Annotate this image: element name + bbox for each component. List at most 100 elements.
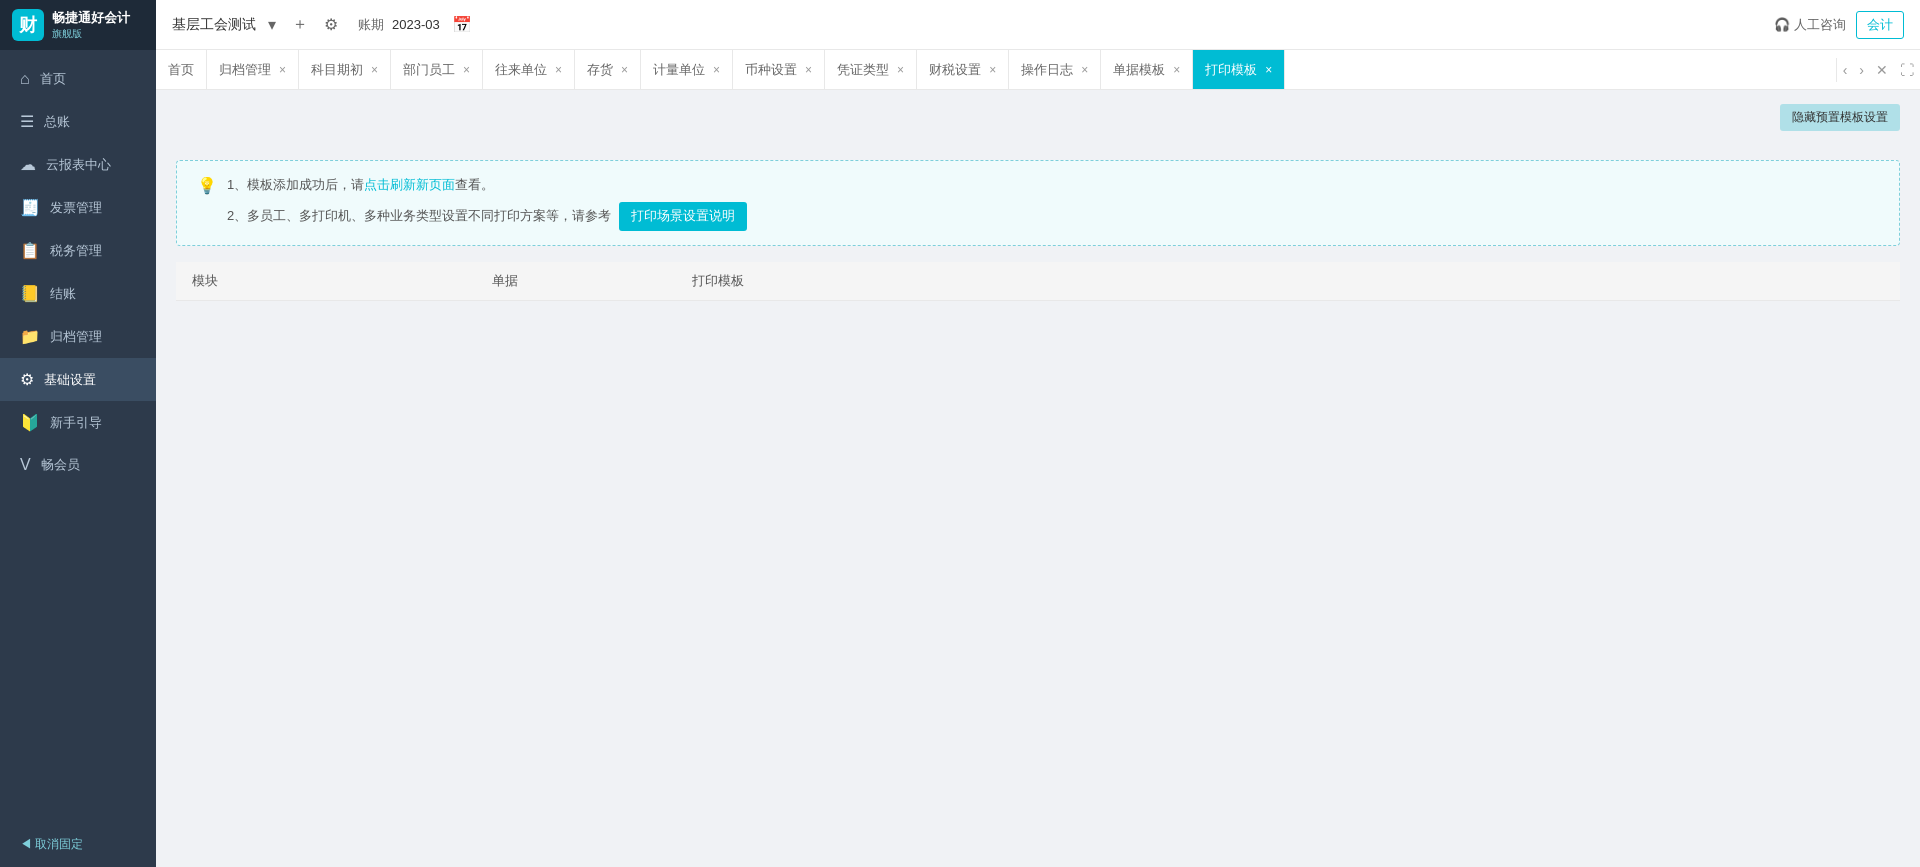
tab-部门员工[interactable]: 部门员工 × bbox=[391, 50, 483, 90]
tab-归档管理[interactable]: 归档管理 × bbox=[207, 50, 299, 90]
logo-text: 畅捷通好会计 旗舰版 bbox=[52, 9, 130, 41]
sidebar-footer[interactable]: ◀ 取消固定 bbox=[0, 822, 156, 867]
sidebar-item-archive[interactable]: 📁 归档管理 bbox=[0, 315, 156, 358]
headset-icon: 🎧 bbox=[1774, 17, 1790, 32]
tab-label: 打印模板 bbox=[1205, 61, 1257, 79]
tab-close-icon[interactable]: × bbox=[1265, 64, 1272, 76]
bulb-icon: 💡 bbox=[197, 176, 217, 195]
reports-icon: ☁ bbox=[20, 155, 36, 174]
ledger-icon: ☰ bbox=[20, 112, 34, 131]
tab-科目期初[interactable]: 科目期初 × bbox=[299, 50, 391, 90]
sidebar-item-label: 畅会员 bbox=[41, 456, 80, 474]
sidebar-item-label: 基础设置 bbox=[44, 371, 96, 389]
sidebar-item-label: 首页 bbox=[40, 70, 66, 88]
tab-计量单位[interactable]: 计量单位 × bbox=[641, 50, 733, 90]
sidebar-item-member[interactable]: V 畅会员 bbox=[0, 444, 156, 486]
tab-label: 存货 bbox=[587, 61, 613, 79]
info-prefix-1: 1、模板添加成功后，请 bbox=[227, 177, 364, 192]
table-header: 模块 单据 打印模板 bbox=[176, 262, 1900, 301]
tab-close-all[interactable]: ✕ bbox=[1870, 58, 1894, 82]
tab-打印模板[interactable]: 打印模板 × bbox=[1193, 50, 1285, 90]
dropdown-icon[interactable]: ▾ bbox=[264, 11, 280, 38]
tax-icon: 📋 bbox=[20, 241, 40, 260]
sidebar-item-reports[interactable]: ☁ 云报表中心 bbox=[0, 143, 156, 186]
sidebar-item-tax[interactable]: 📋 税务管理 bbox=[0, 229, 156, 272]
sidebar-menu: ⌂ 首页 ☰总账 ☁ 云报表中心 🧾 发票管理 📋 税务管理 📒结账 📁 归档管理 ⚙基础设置🔰新手引导… bbox=[0, 50, 156, 822]
tab-maximize[interactable]: ⛶ bbox=[1894, 58, 1920, 82]
col-receipt: 单据 bbox=[476, 262, 676, 300]
sidebar-item-label: 云报表中心 bbox=[46, 156, 111, 174]
refresh-link[interactable]: 点击刷新新页面 bbox=[364, 177, 455, 192]
tab-label: 部门员工 bbox=[403, 61, 455, 79]
settings-icon[interactable]: ⚙ bbox=[320, 11, 342, 38]
tab-存货[interactable]: 存货 × bbox=[575, 50, 641, 90]
tab-财税设置[interactable]: 财税设置 × bbox=[917, 50, 1009, 90]
service-button[interactable]: 🎧 人工咨询 bbox=[1774, 16, 1846, 34]
info-suffix-1: 查看。 bbox=[455, 177, 494, 192]
sidebar-logo: 财 畅捷通好会计 旗舰版 bbox=[0, 0, 156, 50]
member-icon: V bbox=[20, 456, 31, 474]
tab-首页[interactable]: 首页 bbox=[156, 50, 207, 90]
account-button[interactable]: 会计 bbox=[1856, 11, 1904, 39]
tab-close-icon[interactable]: × bbox=[1081, 64, 1088, 76]
logo-main: 畅捷通好会计 bbox=[52, 9, 130, 27]
tab-label: 计量单位 bbox=[653, 61, 705, 79]
sidebar-item-label: 发票管理 bbox=[50, 199, 102, 217]
info-row-1: 💡 1、模板添加成功后，请点击刷新新页面查看。 bbox=[197, 175, 1879, 196]
closing-icon: 📒 bbox=[20, 284, 40, 303]
archive-icon: 📁 bbox=[20, 327, 40, 346]
tab-close-icon[interactable]: × bbox=[897, 64, 904, 76]
add-tab-icon[interactable]: ＋ bbox=[288, 10, 312, 39]
col-module: 模块 bbox=[176, 262, 476, 300]
tab-label: 财税设置 bbox=[929, 61, 981, 79]
tab-close-icon[interactable]: × bbox=[1173, 64, 1180, 76]
topbar-left: 基层工会测试 ▾ ＋ ⚙ 账期 2023-03 📅 bbox=[172, 10, 476, 39]
print-scene-button[interactable]: 打印场景设置说明 bbox=[619, 202, 747, 231]
tab-label: 往来单位 bbox=[495, 61, 547, 79]
tab-凭证类型[interactable]: 凭证类型 × bbox=[825, 50, 917, 90]
table-area: 模块 单据 打印模板 bbox=[176, 262, 1900, 301]
tab-close-icon[interactable]: × bbox=[555, 64, 562, 76]
info-row-2: 💡 2、多员工、多打印机、多种业务类型设置不同打印方案等，请参考 打印场景设置说… bbox=[197, 202, 1879, 231]
content-inner: 隐藏预置模板设置 💡 1、模板添加成功后，请点击刷新新页面查看。 💡 2、多员工… bbox=[156, 90, 1920, 321]
tab-close-icon[interactable]: × bbox=[463, 64, 470, 76]
sidebar-item-settings[interactable]: ⚙基础设置 bbox=[0, 358, 156, 401]
calendar-icon[interactable]: 📅 bbox=[448, 11, 476, 38]
sidebar-item-closing[interactable]: 📒结账 bbox=[0, 272, 156, 315]
tab-close-icon[interactable]: × bbox=[713, 64, 720, 76]
tab-label: 归档管理 bbox=[219, 61, 271, 79]
hide-template-button[interactable]: 隐藏预置模板设置 bbox=[1780, 104, 1900, 131]
service-label: 人工咨询 bbox=[1794, 16, 1846, 34]
sidebar: 财 畅捷通好会计 旗舰版 ⌂ 首页 ☰总账 ☁ 云报表中心 🧾 发票管理 📋 税务管理 📒结账 📁 归… bbox=[0, 0, 156, 867]
logo-icon: 财 bbox=[12, 9, 44, 41]
tab-close-icon[interactable]: × bbox=[621, 64, 628, 76]
tab-close-icon[interactable]: × bbox=[805, 64, 812, 76]
tab-scroll-right[interactable]: › bbox=[1853, 58, 1870, 82]
tab-scroll-left[interactable]: ‹ bbox=[1837, 58, 1854, 82]
tab-币种设置[interactable]: 币种设置× bbox=[733, 50, 825, 90]
tab-close-icon[interactable]: × bbox=[279, 64, 286, 76]
topbar-right: 🎧 人工咨询 会计 bbox=[1774, 11, 1904, 39]
tab-label: 凭证类型 bbox=[837, 61, 889, 79]
tab-close-icon[interactable]: × bbox=[989, 64, 996, 76]
tab-close-icon[interactable]: × bbox=[371, 64, 378, 76]
sidebar-item-guide[interactable]: 🔰新手引导 bbox=[0, 401, 156, 444]
sidebar-item-ledger[interactable]: ☰总账 bbox=[0, 100, 156, 143]
tab-往来单位[interactable]: 往来单位 × bbox=[483, 50, 575, 90]
home-icon: ⌂ bbox=[20, 70, 30, 88]
info-text-2: 2、多员工、多打印机、多种业务类型设置不同打印方案等，请参考 打印场景设置说明 bbox=[227, 202, 751, 231]
col-template: 打印模板 bbox=[676, 262, 1900, 300]
sidebar-item-invoice[interactable]: 🧾 发票管理 bbox=[0, 186, 156, 229]
tab-操作日志[interactable]: 操作日志× bbox=[1009, 50, 1101, 90]
tab-label: 科目期初 bbox=[311, 61, 363, 79]
sidebar-item-label: 税务管理 bbox=[50, 242, 102, 260]
invoice-icon: 🧾 bbox=[20, 198, 40, 217]
tab-label: 单据模板 bbox=[1113, 61, 1165, 79]
sidebar-item-label: 归档管理 bbox=[50, 328, 102, 346]
content-area: 隐藏预置模板设置 💡 1、模板添加成功后，请点击刷新新页面查看。 💡 2、多员工… bbox=[156, 90, 1920, 867]
topbar: 基层工会测试 ▾ ＋ ⚙ 账期 2023-03 📅 🎧 人工咨询 会计 bbox=[156, 0, 1920, 50]
logo-sub: 旗舰版 bbox=[52, 27, 130, 41]
tab-label: 首页 bbox=[168, 61, 194, 79]
tab-单据模板[interactable]: 单据模板 × bbox=[1101, 50, 1193, 90]
sidebar-item-home[interactable]: ⌂ 首页 bbox=[0, 58, 156, 100]
